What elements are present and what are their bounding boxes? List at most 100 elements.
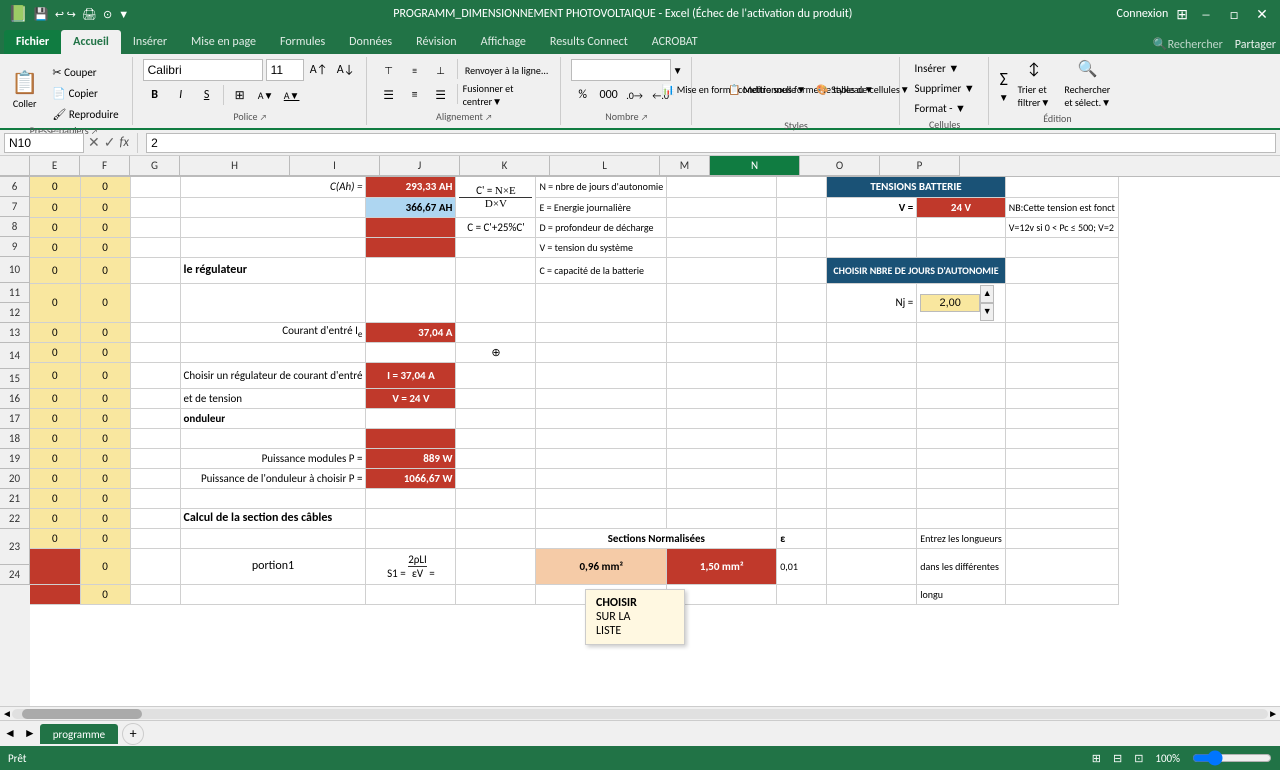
add-sheet-button[interactable]: + bbox=[122, 723, 144, 745]
row-14[interactable]: 14 bbox=[0, 343, 30, 369]
cell-j14[interactable] bbox=[456, 362, 536, 388]
cell-o13[interactable] bbox=[917, 342, 1006, 362]
cell-p6[interactable] bbox=[1005, 177, 1118, 197]
cell-l21[interactable] bbox=[667, 508, 777, 528]
cell-p21[interactable] bbox=[1005, 508, 1118, 528]
cell-o24[interactable]: longu bbox=[917, 584, 1006, 604]
cell-f21[interactable]: 0 bbox=[80, 508, 130, 528]
cell-m9[interactable] bbox=[777, 237, 827, 257]
tab-mise-en-page[interactable]: Mise en page bbox=[179, 30, 268, 54]
cell-j21[interactable] bbox=[456, 508, 536, 528]
cell-k15[interactable] bbox=[536, 388, 667, 408]
cell-i16[interactable] bbox=[366, 408, 456, 428]
cell-o19[interactable] bbox=[917, 468, 1006, 488]
reproduire-button[interactable]: 🖌 Reproduire bbox=[47, 105, 123, 124]
cell-g6[interactable] bbox=[130, 177, 180, 197]
cell-o18[interactable] bbox=[917, 448, 1006, 468]
cell-h24[interactable] bbox=[180, 584, 366, 604]
row-24[interactable]: 24 bbox=[0, 565, 30, 585]
col-header-i[interactable]: I bbox=[290, 156, 380, 176]
cell-e23[interactable] bbox=[30, 548, 80, 584]
cell-k11[interactable] bbox=[536, 283, 667, 322]
cell-e20[interactable]: 0 bbox=[30, 488, 80, 508]
cell-e19[interactable]: 0 bbox=[30, 468, 80, 488]
cell-e11[interactable]: 0 bbox=[30, 283, 80, 322]
cell-i13[interactable] bbox=[366, 342, 456, 362]
cell-e17[interactable]: 0 bbox=[30, 428, 80, 448]
view-page-button[interactable]: ⊡ bbox=[1134, 752, 1143, 765]
align-bottom-button[interactable]: ⊥ bbox=[429, 59, 453, 81]
row-10[interactable]: 10 bbox=[0, 257, 30, 283]
cell-l16[interactable] bbox=[667, 408, 777, 428]
spinner-down[interactable]: ▼ bbox=[980, 303, 994, 321]
cell-k8[interactable]: D = profondeur de décharge bbox=[536, 217, 667, 237]
row-12[interactable]: 12 bbox=[0, 303, 30, 323]
cell-m20[interactable] bbox=[777, 488, 827, 508]
align-top-button[interactable]: ⊤ bbox=[377, 59, 401, 81]
cell-k10[interactable]: C = capacité de la batterie bbox=[536, 257, 667, 283]
scroll-right-button[interactable]: ► bbox=[1268, 707, 1278, 720]
row-23[interactable]: 23 bbox=[0, 529, 30, 565]
cell-j20[interactable] bbox=[456, 488, 536, 508]
spinner-up[interactable]: ▲ bbox=[980, 285, 994, 303]
cell-o7[interactable]: 24 V bbox=[917, 197, 1006, 217]
delete-button[interactable]: Supprimer ▼ bbox=[910, 79, 980, 98]
search-select-button[interactable]: Rechercheret sélect.▼ bbox=[1059, 80, 1116, 112]
col-header-f[interactable]: F bbox=[80, 156, 130, 176]
spinner-nj[interactable]: ▲ ▼ bbox=[920, 285, 1002, 321]
cell-h9[interactable] bbox=[180, 237, 366, 257]
row-13[interactable]: 13 bbox=[0, 323, 30, 343]
row-11[interactable]: 11 bbox=[0, 283, 30, 303]
cell-i10[interactable] bbox=[366, 257, 456, 283]
cell-p15[interactable] bbox=[1005, 388, 1118, 408]
cell-i18[interactable]: 889 W bbox=[366, 448, 456, 468]
align-right-button[interactable]: ☰ bbox=[429, 84, 453, 106]
formula-confirm-button[interactable]: ✓ bbox=[104, 134, 116, 151]
cell-n24[interactable] bbox=[827, 584, 917, 604]
col-header-p[interactable]: P bbox=[880, 156, 960, 176]
cell-n12[interactable] bbox=[827, 322, 917, 342]
cell-n22[interactable] bbox=[827, 528, 917, 548]
cell-g22[interactable] bbox=[130, 528, 180, 548]
cell-o14[interactable] bbox=[917, 362, 1006, 388]
cell-e13[interactable]: 0 bbox=[30, 342, 80, 362]
cell-g9[interactable] bbox=[130, 237, 180, 257]
maximize-button[interactable]: □ bbox=[1224, 4, 1244, 24]
cell-h10[interactable]: le régulateur bbox=[180, 257, 366, 283]
cell-i22[interactable] bbox=[366, 528, 456, 548]
cell-p8[interactable]: V=12v si 0 < Pc ≤ 500; V=2 bbox=[1005, 217, 1118, 237]
cell-j13[interactable]: ⊕ bbox=[456, 342, 536, 362]
col-header-k[interactable]: K bbox=[460, 156, 550, 176]
merge-center-button[interactable]: Fusionner et centrer▼ bbox=[462, 84, 552, 106]
cell-n23[interactable] bbox=[827, 548, 917, 584]
cell-e16[interactable]: 0 bbox=[30, 408, 80, 428]
cell-f11[interactable]: 0 bbox=[80, 283, 130, 322]
scroll-left-button[interactable]: ◄ bbox=[2, 707, 12, 720]
cell-p12[interactable] bbox=[1005, 322, 1118, 342]
row-20[interactable]: 20 bbox=[0, 469, 30, 489]
prev-sheet-button[interactable]: ◄ bbox=[0, 726, 20, 741]
cell-h16[interactable]: onduleur bbox=[180, 408, 366, 428]
cell-i21[interactable] bbox=[366, 508, 456, 528]
tab-fichier[interactable]: Fichier bbox=[4, 30, 61, 54]
cell-i24[interactable] bbox=[366, 584, 456, 604]
font-size-input[interactable] bbox=[266, 59, 304, 81]
cell-n19[interactable] bbox=[827, 468, 917, 488]
cell-n11[interactable]: Nj = bbox=[827, 283, 917, 322]
tab-acrobat[interactable]: ACROBAT bbox=[640, 30, 710, 54]
cell-h12[interactable]: Courant d'entré Ie bbox=[180, 322, 366, 342]
cell-i9[interactable] bbox=[366, 237, 456, 257]
align-middle-button[interactable]: ≡ bbox=[403, 59, 427, 81]
cell-j23[interactable] bbox=[456, 548, 536, 584]
col-header-m[interactable]: M bbox=[660, 156, 710, 176]
cell-f12[interactable]: 0 bbox=[80, 322, 130, 342]
tab-affichage[interactable]: Affichage bbox=[469, 30, 538, 54]
cell-k12[interactable] bbox=[536, 322, 667, 342]
cell-o20[interactable] bbox=[917, 488, 1006, 508]
cell-n14[interactable] bbox=[827, 362, 917, 388]
cell-g18[interactable] bbox=[130, 448, 180, 468]
cell-o9[interactable] bbox=[917, 237, 1006, 257]
cell-k9[interactable]: V = tension du système bbox=[536, 237, 667, 257]
cell-p7[interactable]: NB:Cette tension est fonct bbox=[1005, 197, 1118, 217]
cell-e10[interactable]: 0 bbox=[30, 257, 80, 283]
